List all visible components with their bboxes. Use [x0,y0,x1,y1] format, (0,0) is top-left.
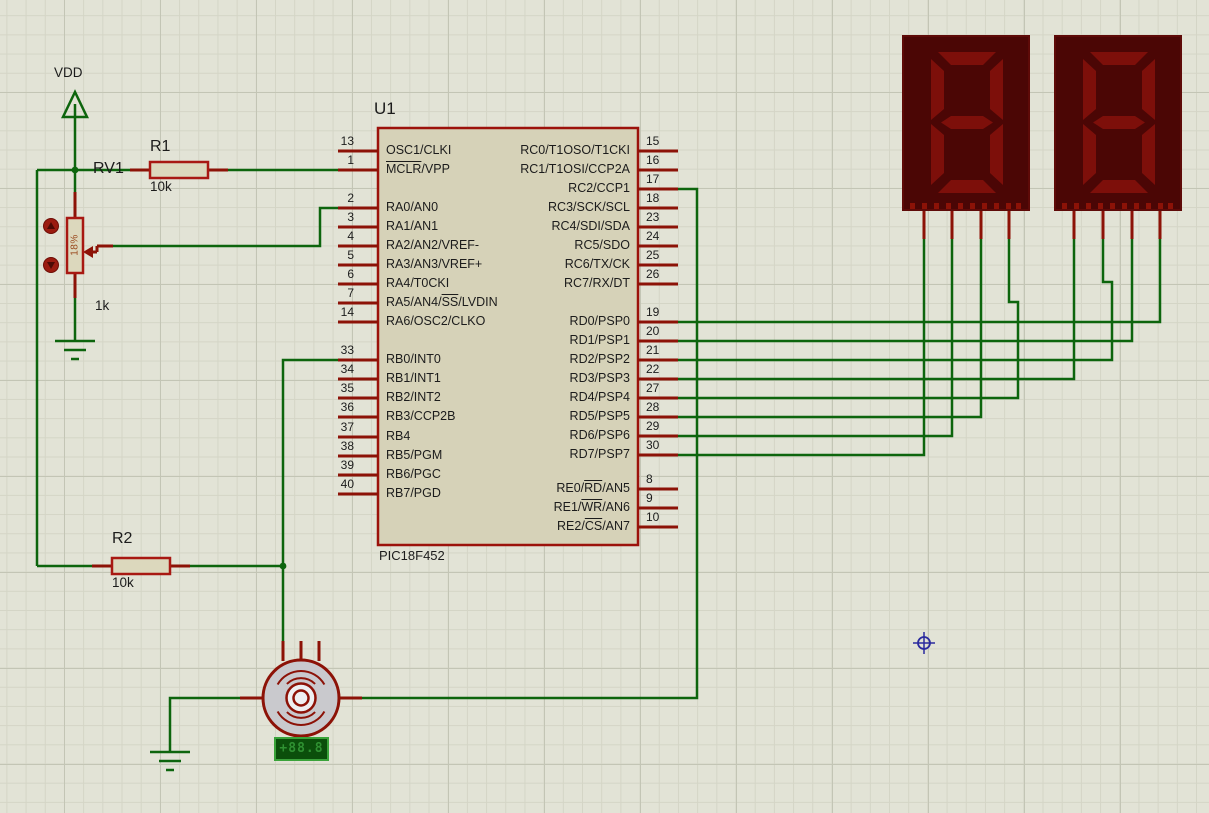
resistor-r1[interactable] [150,162,208,178]
u1-pin-label-9: RE1/WR/AN6 [420,500,630,515]
pot-wiper-arrow [83,246,93,258]
u1-pin-number-33: 33 [326,343,354,358]
u1-pin-label-8: RE0/RD/AN5 [420,481,630,496]
rv1-value: 1k [95,299,109,314]
u1-pin-label-23: RC4/SDI/SDA [420,219,630,234]
ground-symbol-pot[interactable] [55,341,95,359]
r1-value: 10k [150,180,172,195]
u1-pin-number-38: 38 [326,439,354,454]
u1-pin-number-4: 4 [326,229,354,244]
u1-pin-label-19: RD0/PSP0 [420,314,630,329]
u1-pin-number-24: 24 [646,229,676,244]
r2-value: 10k [112,576,134,591]
seven-segment-display-2[interactable] [1055,36,1181,210]
u1-pin-number-29: 29 [646,419,676,434]
u1-pin-number-17: 17 [646,172,676,187]
u1-pin-label-21: RD2/PSP2 [420,352,630,367]
vdd-label: VDD [54,66,83,81]
u1-pin-label-20: RD1/PSP1 [420,333,630,348]
wire-rd0[interactable] [678,238,1160,322]
u1-pin-number-14: 14 [326,305,354,320]
u1-pin-number-35: 35 [326,381,354,396]
u1-pin-number-30: 30 [646,438,676,453]
u1-pin-number-8: 8 [646,472,676,487]
seven-segment-display-1[interactable] [903,36,1029,210]
u1-pin-number-21: 21 [646,343,676,358]
u1-pin-label-22: RD3/PSP3 [420,371,630,386]
r2-reference: R2 [112,530,132,548]
motor-readout-display: +88.8 [274,737,329,761]
u1-pin-number-20: 20 [646,324,676,339]
u1-pin-label-30: RD7/PSP7 [420,447,630,462]
u1-pin-number-19: 19 [646,305,676,320]
u1-pin-label-27: RD4/PSP4 [420,390,630,405]
u1-pin-label-17: RC2/CCP1 [420,181,630,196]
u1-pin-number-39: 39 [326,458,354,473]
pot-decrement-button[interactable] [44,258,59,273]
wire-junction[interactable] [72,167,79,174]
u1-pin-number-10: 10 [646,510,676,525]
u1-pin-label-37: RB4 [386,429,410,444]
u1-pin-label-18: RC3/SCK/SCL [420,200,630,215]
u1-pin-label-16: RC1/T1OSI/CCP2A [420,162,630,177]
wire-junction[interactable] [280,563,287,570]
schematic-graphics [0,0,1209,813]
wire-rd7[interactable] [678,238,924,455]
wire-rd5[interactable] [678,238,981,417]
u1-pin-number-22: 22 [646,362,676,377]
u1-pin-number-37: 37 [326,420,354,435]
u1-pin-number-6: 6 [326,267,354,282]
u1-pin-number-2: 2 [326,191,354,206]
u1-pin-label-15: RC0/T1OSO/T1CKI [420,143,630,158]
u1-pin-number-13: 13 [326,134,354,149]
u1-pin-number-1: 1 [326,153,354,168]
wire-motor-to-ground[interactable] [170,698,240,752]
u1-pin-number-18: 18 [646,191,676,206]
u1-pin-number-27: 27 [646,381,676,396]
wire-rd1[interactable] [678,238,1132,341]
rv1-wiper-percent: 18% [70,234,81,256]
u1-pin-label-24: RC5/SDO [420,238,630,253]
chip-reference: U1 [374,100,396,119]
wire-rd6[interactable] [678,238,952,436]
u1-pin-number-40: 40 [326,477,354,492]
u1-pin-label-39: RB6/PGC [386,467,441,482]
wire-rd4[interactable] [678,238,1018,398]
rv1-reference: RV1 [93,160,124,178]
chip-part-number: PIC18F452 [379,549,445,563]
resistor-r2[interactable] [112,558,170,574]
u1-pin-number-3: 3 [326,210,354,225]
u1-pin-number-16: 16 [646,153,676,168]
u1-pin-number-34: 34 [326,362,354,377]
u1-pin-number-26: 26 [646,267,676,282]
motor[interactable] [263,660,339,736]
schematic-canvas[interactable]: VDD U1 PIC18F452 R1 10k RV1 1k 18% R2 10… [0,0,1209,813]
u1-pin-label-10: RE2/CS/AN7 [420,519,630,534]
origin-marker-icon [913,632,935,654]
pot-increment-button[interactable] [44,219,59,234]
u1-pin-label-29: RD6/PSP6 [420,428,630,443]
wire-rd3[interactable] [678,238,1074,379]
u1-pin-number-23: 23 [646,210,676,225]
u1-pin-label-25: RC6/TX/CK [420,257,630,272]
u1-pin-label-26: RC7/RX/DT [420,276,630,291]
u1-pin-number-25: 25 [646,248,676,263]
wire-wiper-to-ra0[interactable] [113,208,338,246]
u1-pin-number-9: 9 [646,491,676,506]
u1-pin-number-15: 15 [646,134,676,149]
u1-pin-label-28: RD5/PSP5 [420,409,630,424]
r1-reference: R1 [150,138,170,156]
ground-symbol-motor[interactable] [150,752,190,770]
u1-pin-number-36: 36 [326,400,354,415]
motor-readout-value: +88.8 [279,741,323,756]
u1-pin-number-28: 28 [646,400,676,415]
u1-pin-number-7: 7 [326,286,354,301]
u1-pin-number-5: 5 [326,248,354,263]
u1-pin-label-7: RA5/AN4/SS/LVDIN [386,295,498,310]
